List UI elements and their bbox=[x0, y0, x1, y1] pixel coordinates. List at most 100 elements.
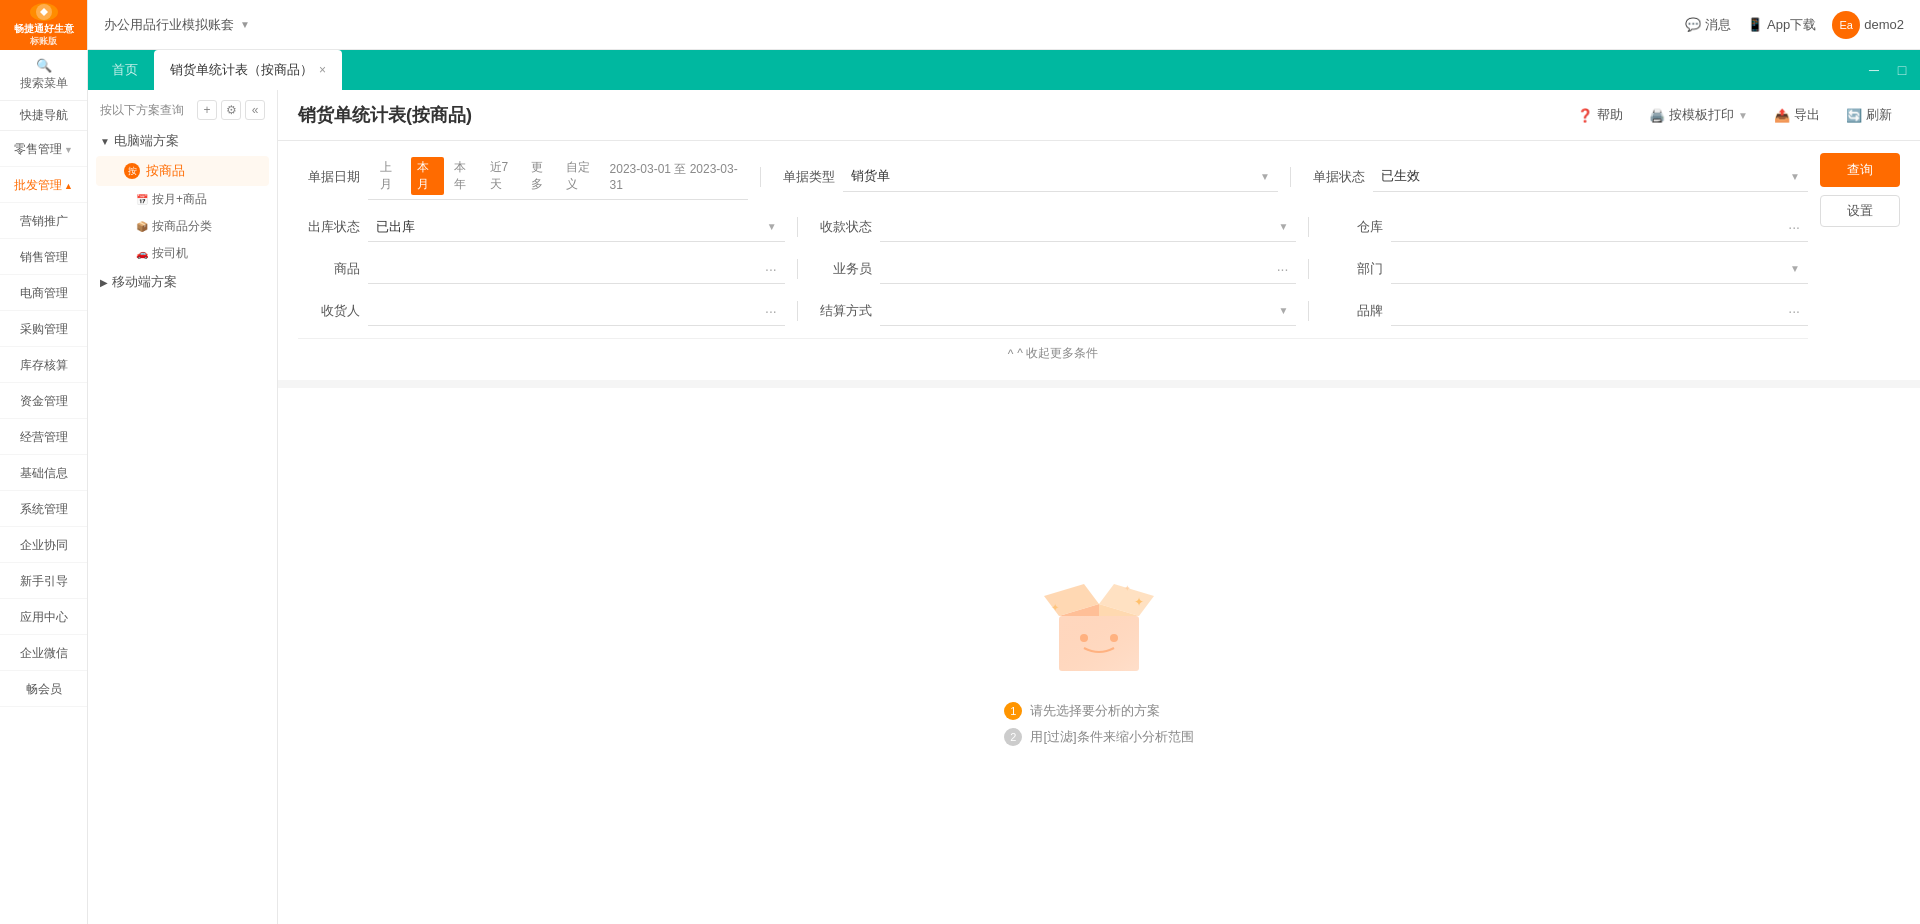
sidebar-item-inventory[interactable]: 库存核算 bbox=[0, 347, 87, 383]
receiver-field[interactable]: ··· bbox=[368, 296, 785, 326]
tab-home[interactable]: 首页 bbox=[96, 50, 154, 90]
tree-child-by-goods[interactable]: 按 按商品 bbox=[96, 156, 269, 186]
payment-label: 收款状态 bbox=[810, 218, 880, 236]
sidebar-item-ecommerce[interactable]: 电商管理 bbox=[0, 275, 87, 311]
collapse-icon: ^ bbox=[1008, 347, 1014, 361]
tree-subchild-driver[interactable]: 🚗 按司机 bbox=[96, 240, 269, 267]
salesperson-dots: ··· bbox=[1277, 261, 1289, 277]
warehouse-field[interactable]: ··· bbox=[1391, 212, 1808, 242]
main-area: 办公用品行业模拟账套 ▼ 💬 消息 📱 App下载 Ea demo2 首页 bbox=[88, 0, 1920, 924]
settings-btn[interactable]: 设置 bbox=[1820, 195, 1900, 227]
sidebar-item-operations-label: 经营管理 bbox=[20, 430, 68, 444]
workspace-name: 办公用品行业模拟账套 bbox=[104, 16, 234, 34]
tab-sales-stats[interactable]: 销货单统计表（按商品） × bbox=[154, 50, 342, 90]
doc-type-field[interactable]: 销货单 ▼ bbox=[843, 162, 1278, 192]
collapse-filter-btn[interactable]: ^ ^ 收起更多条件 bbox=[298, 338, 1808, 368]
settings-scheme-btn[interactable]: ⚙ bbox=[221, 100, 241, 120]
shortcut-this-year[interactable]: 本年 bbox=[450, 157, 479, 195]
user-profile[interactable]: Ea demo2 bbox=[1832, 11, 1904, 39]
sidebar-item-member[interactable]: 畅会员 bbox=[0, 671, 87, 707]
sidebar-item-wechat[interactable]: 企业微信 bbox=[0, 635, 87, 671]
sidebar-item-apps[interactable]: 应用中心 bbox=[0, 599, 87, 635]
quick-nav-label: 快捷导航 bbox=[20, 108, 68, 122]
filter-area: 单据日期 上月 本月 本年 近7天 更多 自定义 20 bbox=[278, 141, 1920, 380]
filter-row-3: 商品 ··· 业务员 ··· 部 bbox=[298, 254, 1808, 284]
tree-subchild-goods-category[interactable]: 📦 按商品分类 bbox=[96, 213, 269, 240]
tab-close-icon[interactable]: × bbox=[319, 63, 326, 77]
tree-parent-mobile[interactable]: ▶ 移动端方案 bbox=[96, 267, 269, 297]
tab-bar: 首页 销货单统计表（按商品） × ─ □ bbox=[88, 50, 1920, 90]
empty-tip-2: 2 用[过滤]条件来缩小分析范围 bbox=[1004, 728, 1193, 746]
template-print-label: 按模板打印 bbox=[1669, 106, 1734, 124]
message-icon: 💬 bbox=[1685, 17, 1701, 32]
collapse-panel-btn[interactable]: « bbox=[245, 100, 265, 120]
settlement-arrow: ▼ bbox=[1278, 305, 1288, 316]
doc-status-arrow: ▼ bbox=[1790, 171, 1800, 182]
doc-status-field[interactable]: 已生效 ▼ bbox=[1373, 162, 1808, 192]
export-btn[interactable]: 📤 导出 bbox=[1766, 102, 1828, 128]
user-name: demo2 bbox=[1864, 17, 1904, 32]
brand-field[interactable]: ··· bbox=[1391, 296, 1808, 326]
page-header: 销货单统计表(按商品) ❓ 帮助 🖨️ 按模板打印 ▼ 📤 bbox=[278, 90, 1920, 141]
salesperson-field[interactable]: ··· bbox=[880, 254, 1297, 284]
dept-field[interactable]: ▼ bbox=[1391, 254, 1808, 284]
tab-maximize-btn[interactable]: □ bbox=[1892, 60, 1912, 80]
filter-divider-5 bbox=[797, 259, 798, 279]
sidebar-item-sales[interactable]: 销售管理 bbox=[0, 239, 87, 275]
sidebar-item-guide[interactable]: 新手引导 bbox=[0, 563, 87, 599]
template-print-btn[interactable]: 🖨️ 按模板打印 ▼ bbox=[1641, 102, 1756, 128]
query-btn[interactable]: 查询 bbox=[1820, 153, 1900, 187]
sidebar-item-finance[interactable]: 资金管理 bbox=[0, 383, 87, 419]
right-content: 销货单统计表(按商品) ❓ 帮助 🖨️ 按模板打印 ▼ 📤 bbox=[278, 90, 1920, 924]
help-btn[interactable]: ❓ 帮助 bbox=[1569, 102, 1631, 128]
shortcut-custom[interactable]: 自定义 bbox=[562, 157, 602, 195]
goods-field[interactable]: ··· bbox=[368, 254, 785, 284]
shortcut-7days[interactable]: 近7天 bbox=[486, 157, 521, 195]
refresh-btn[interactable]: 🔄 刷新 bbox=[1838, 102, 1900, 128]
quick-nav[interactable]: 快捷导航 bbox=[0, 101, 87, 131]
settlement-field[interactable]: ▼ bbox=[880, 296, 1297, 326]
date-field[interactable]: 上月 本月 本年 近7天 更多 自定义 2023-03-01 至 2023-03… bbox=[368, 153, 748, 200]
message-btn[interactable]: 💬 消息 bbox=[1685, 16, 1731, 34]
logo-sub: 标账版 bbox=[30, 35, 57, 48]
add-scheme-btn[interactable]: + bbox=[197, 100, 217, 120]
payment-arrow: ▼ bbox=[1278, 221, 1288, 232]
filter-fields: 单据日期 上月 本月 本年 近7天 更多 自定义 20 bbox=[298, 153, 1808, 368]
tree-subchild-category-label: 按商品分类 bbox=[152, 218, 212, 235]
stock-out-field[interactable]: 已出库 ▼ bbox=[368, 212, 785, 242]
sidebar-item-basic-label: 基础信息 bbox=[20, 466, 68, 480]
search-menu[interactable]: 🔍 搜索菜单 bbox=[0, 50, 87, 101]
message-label: 消息 bbox=[1705, 16, 1731, 34]
tree-subchild-month-goods[interactable]: 📅 按月+商品 bbox=[96, 186, 269, 213]
sidebar-item-enterprise-label: 企业协同 bbox=[20, 538, 68, 552]
tab-minimize-btn[interactable]: ─ bbox=[1864, 60, 1884, 80]
tree-desktop-label: 电脑端方案 bbox=[114, 132, 179, 150]
sidebar-item-wholesale[interactable]: 批发管理 ▲ bbox=[0, 167, 87, 203]
shortcut-more[interactable]: 更多 bbox=[527, 157, 556, 195]
tab-home-label: 首页 bbox=[112, 61, 138, 79]
sidebar-item-operations[interactable]: 经营管理 bbox=[0, 419, 87, 455]
sidebar-item-retail[interactable]: 零售管理 ▼ bbox=[0, 131, 87, 167]
sidebar-item-marketing[interactable]: 营销推广 bbox=[0, 203, 87, 239]
page-title: 销货单统计表(按商品) bbox=[298, 103, 1569, 127]
brand-label: 品牌 bbox=[1321, 302, 1391, 320]
tree-mobile-expand-icon: ▶ bbox=[100, 277, 108, 288]
sidebar-item-enterprise[interactable]: 企业协同 bbox=[0, 527, 87, 563]
svg-text:✦: ✦ bbox=[1134, 595, 1144, 609]
shortcut-last-month[interactable]: 上月 bbox=[376, 157, 405, 195]
receiver-dots: ··· bbox=[765, 303, 777, 319]
workspace-selector[interactable]: 办公用品行业模拟账套 ▼ bbox=[104, 16, 250, 34]
filter-divider-6 bbox=[1308, 259, 1309, 279]
app-download-btn[interactable]: 📱 App下载 bbox=[1747, 16, 1816, 34]
sidebar-item-basic[interactable]: 基础信息 bbox=[0, 455, 87, 491]
empty-illustration: ✦ ✦ ✦ bbox=[1039, 566, 1159, 686]
svg-text:✦: ✦ bbox=[1124, 584, 1131, 593]
wholesale-arrow: ▲ bbox=[64, 181, 73, 191]
sidebar-item-system[interactable]: 系统管理 bbox=[0, 491, 87, 527]
payment-field[interactable]: ▼ bbox=[880, 212, 1297, 242]
shortcut-this-month[interactable]: 本月 bbox=[411, 157, 444, 195]
sidebar-item-purchase[interactable]: 采购管理 bbox=[0, 311, 87, 347]
sidebar-item-purchase-label: 采购管理 bbox=[20, 322, 68, 336]
filter-row-2: 出库状态 已出库 ▼ 收款状态 ▼ bbox=[298, 212, 1808, 242]
tree-parent-desktop[interactable]: ▼ 电脑端方案 bbox=[96, 126, 269, 156]
